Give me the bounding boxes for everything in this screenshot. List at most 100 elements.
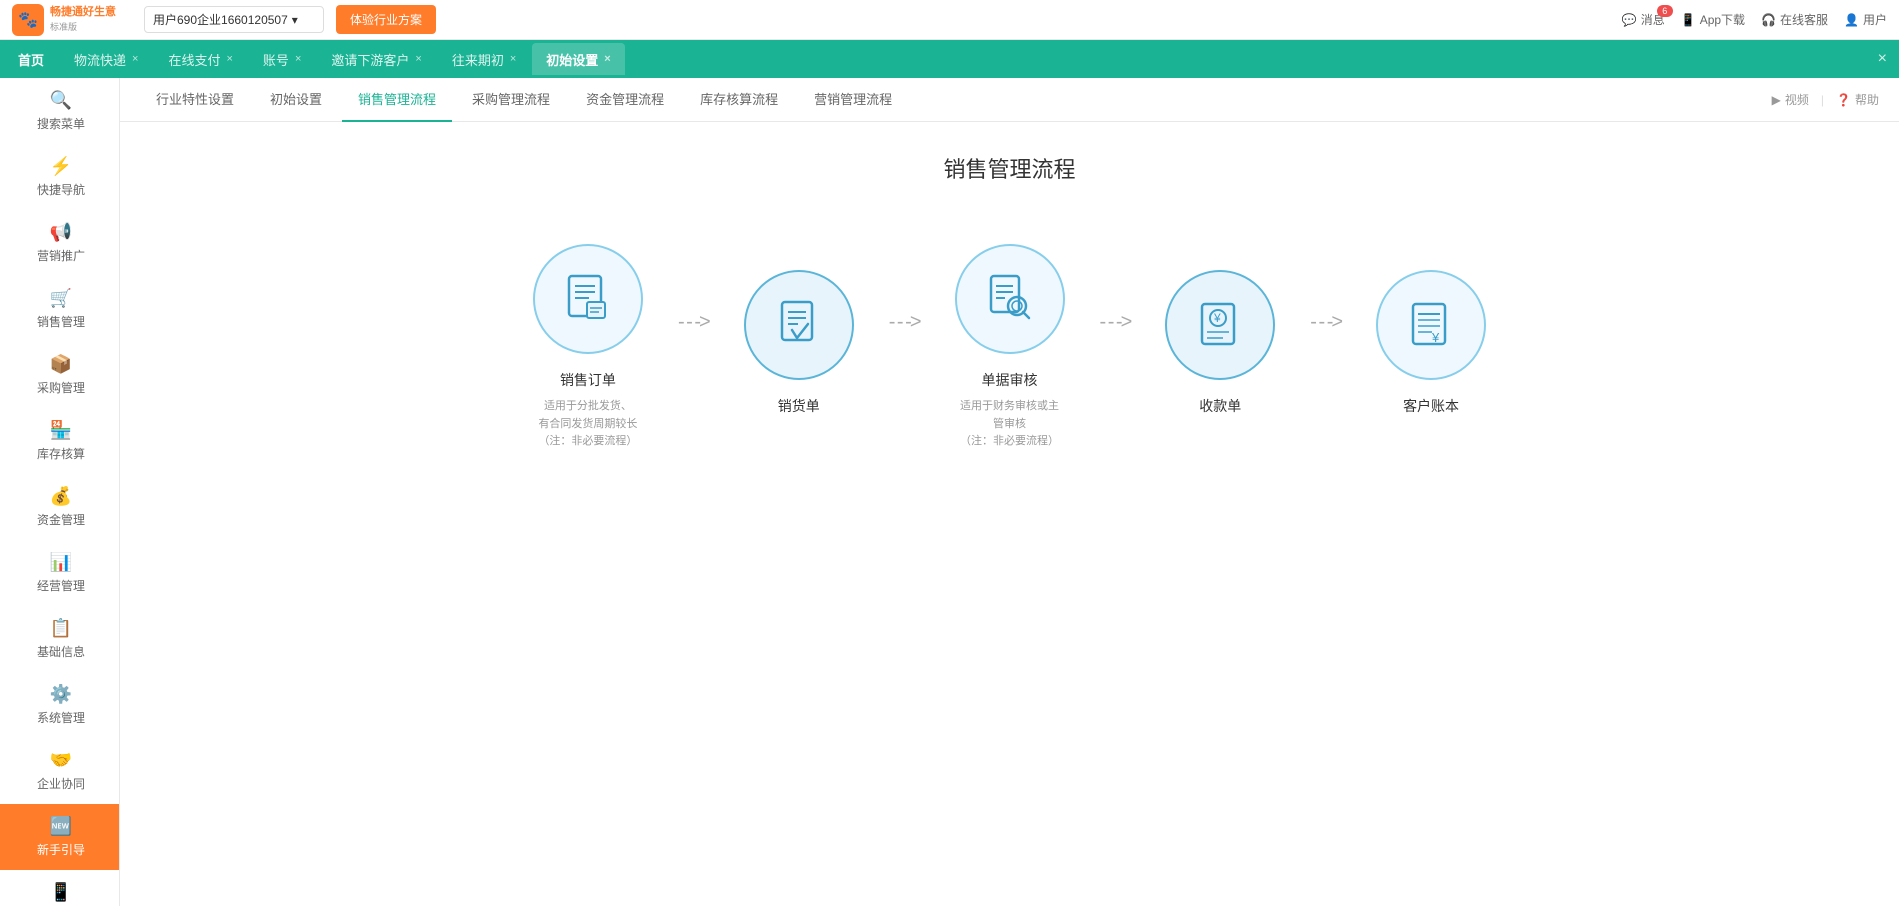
sidebar-item-sales[interactable]: 🛒 销售管理 [0, 276, 119, 342]
tab-payment[interactable]: 在线支付 × [154, 43, 246, 75]
flow-circle-sales-invoice[interactable] [744, 270, 854, 380]
close-all-tabs[interactable]: × [1870, 50, 1895, 68]
flow-label-sales-invoice: 销货单 [778, 396, 820, 416]
sidebar-item-apps[interactable]: 📱 应用中心 [0, 870, 119, 906]
doc-audit-icon [983, 272, 1037, 326]
content-area: 行业特性设置 初始设置 销售管理流程 采购管理流程 资金管理流程 库存核算流程 … [120, 78, 1899, 906]
sidebar-item-newguide[interactable]: 🆕 新手引导 [0, 804, 119, 870]
user-avatar-button[interactable]: 👤 用户 [1844, 11, 1887, 28]
flash-icon: ⚡ [50, 156, 72, 177]
sales-order-icon [561, 272, 615, 326]
tab-close-period[interactable]: × [510, 53, 516, 65]
gear-icon: ⚙️ [50, 684, 72, 705]
flow-item-sales-invoice: 销货单 [719, 270, 879, 424]
message-badge: 6 [1657, 5, 1673, 17]
tab-home[interactable]: 首页 [4, 43, 58, 75]
sub-tab-inventory-flow[interactable]: 库存核算流程 [684, 78, 794, 122]
arrow-4: - - -> [1300, 311, 1351, 334]
sidebar-item-marketing[interactable]: 📢 营销推广 [0, 210, 119, 276]
search-icon: 🔍 [50, 90, 72, 111]
sub-tabs: 行业特性设置 初始设置 销售管理流程 采购管理流程 资金管理流程 库存核算流程 … [120, 78, 1899, 122]
arrow-2: - - -> [879, 311, 930, 334]
flow-item-customer-account: ¥ 客户账本 [1351, 270, 1511, 424]
logo-area: 🐾 畅捷通好生意 标准版 [12, 4, 132, 36]
sidebar-item-quick[interactable]: ⚡ 快捷导航 [0, 144, 119, 210]
sub-tab-marketing-flow[interactable]: 营销管理流程 [798, 78, 908, 122]
trial-button[interactable]: 体验行业方案 [336, 5, 436, 34]
help-link[interactable]: ❓ 帮助 [1836, 91, 1879, 108]
logo-icon: 🐾 [12, 4, 44, 36]
user-selector[interactable]: 用户690企业1660120507 ▾ [144, 6, 324, 33]
phone-icon: 📱 [50, 882, 72, 903]
sidebar-item-inventory[interactable]: 🏪 库存核算 [0, 408, 119, 474]
top-right-area: 💬 消息 6 📱 App下载 🎧 在线客服 👤 用户 [1622, 11, 1887, 28]
sub-tab-sales-flow[interactable]: 销售管理流程 [342, 78, 452, 122]
tab-close-invite[interactable]: × [415, 53, 421, 65]
sidebar-item-business[interactable]: 📊 经营管理 [0, 540, 119, 606]
logo-sub: 标准版 [50, 20, 116, 33]
tab-period[interactable]: 往来期初 × [438, 43, 530, 75]
new-icon: 🆕 [50, 816, 72, 837]
video-link[interactable]: ▶ 视频 [1772, 91, 1809, 108]
cart-icon: 🛒 [50, 288, 72, 309]
messages-button[interactable]: 💬 消息 6 [1622, 11, 1665, 28]
flow-diagram: 销售订单 适用于分批发货、有合同发货周期较长（注：非必要流程） - - -> [160, 244, 1859, 451]
sidebar-item-purchase[interactable]: 📦 采购管理 [0, 342, 119, 408]
handshake-icon: 🤝 [50, 750, 72, 771]
svg-text:¥: ¥ [1431, 330, 1440, 345]
sidebar: 🔍 搜索菜单 ⚡ 快捷导航 📢 营销推广 🛒 销售管理 📦 采购管理 🏪 库存核… [0, 78, 120, 906]
tab-close-initial[interactable]: × [604, 53, 610, 65]
sub-tab-right-area: ▶ 视频 | ❓ 帮助 [1772, 91, 1879, 108]
logo-text: 畅捷通好生意 [50, 6, 116, 19]
app-icon: 📱 [1681, 13, 1696, 27]
avatar-icon: 👤 [1844, 13, 1859, 27]
tab-close-payment[interactable]: × [226, 53, 232, 65]
online-service-button[interactable]: 🎧 在线客服 [1761, 11, 1828, 28]
flow-item-sales-order: 销售订单 适用于分批发货、有合同发货周期较长（注：非必要流程） [508, 244, 668, 451]
sidebar-item-enterprise[interactable]: 🤝 企业协同 [0, 738, 119, 804]
chart-icon: 📊 [50, 552, 72, 573]
receipt-icon: ¥ [1193, 298, 1247, 352]
sub-tab-finance-flow[interactable]: 资金管理流程 [570, 78, 680, 122]
message-icon: 💬 [1622, 13, 1637, 27]
tab-close-account[interactable]: × [295, 53, 301, 65]
flow-label-sales-order: 销售订单 [560, 370, 616, 390]
page-title: 销售管理流程 [160, 152, 1859, 184]
sub-tab-purchase-flow[interactable]: 采购管理流程 [456, 78, 566, 122]
sub-tab-initial[interactable]: 初始设置 [254, 78, 338, 122]
tab-initial-setup[interactable]: 初始设置 × [532, 43, 624, 75]
tab-invite[interactable]: 邀请下游客户 × [317, 43, 435, 75]
tab-account[interactable]: 账号 × [249, 43, 315, 75]
store-icon: 🏪 [50, 420, 72, 441]
sales-invoice-icon [772, 298, 826, 352]
arrow-1: - - -> [668, 311, 719, 334]
flow-circle-doc-audit[interactable] [955, 244, 1065, 354]
flow-item-doc-audit: 单据审核 适用于财务审核或主管审核（注：非必要流程） [930, 244, 1090, 451]
help-icon: ❓ [1836, 93, 1851, 107]
flow-circle-customer-account[interactable]: ¥ [1376, 270, 1486, 380]
flow-desc-sales-order: 适用于分批发货、有合同发货周期较长（注：非必要流程） [538, 398, 637, 451]
flow-label-receipt: 收款单 [1199, 396, 1241, 416]
sub-tab-industry[interactable]: 行业特性设置 [140, 78, 250, 122]
flow-circle-sales-order[interactable] [533, 244, 643, 354]
money-icon: 💰 [50, 486, 72, 507]
svg-text:¥: ¥ [1213, 311, 1221, 325]
sidebar-item-search[interactable]: 🔍 搜索菜单 [0, 78, 119, 144]
dropdown-icon: ▾ [292, 13, 298, 27]
flow-circle-receipt[interactable]: ¥ [1165, 270, 1275, 380]
nav-tabs: 首页 物流快递 × 在线支付 × 账号 × 邀请下游客户 × 往来期初 × 初始… [0, 40, 1899, 78]
sidebar-item-system[interactable]: ⚙️ 系统管理 [0, 672, 119, 738]
tab-logistics[interactable]: 物流快递 × [60, 43, 152, 75]
flow-desc-doc-audit: 适用于财务审核或主管审核（注：非必要流程） [960, 398, 1059, 451]
top-bar: 🐾 畅捷通好生意 标准版 用户690企业1660120507 ▾ 体验行业方案 … [0, 0, 1899, 40]
user-selector-label: 用户690企业1660120507 [153, 11, 288, 28]
main-layout: 🔍 搜索菜单 ⚡ 快捷导航 📢 营销推广 🛒 销售管理 📦 采购管理 🏪 库存核… [0, 78, 1899, 906]
main-content: 销售管理流程 [120, 122, 1899, 906]
sidebar-item-finance[interactable]: 💰 资金管理 [0, 474, 119, 540]
flow-label-doc-audit: 单据审核 [982, 370, 1038, 390]
sidebar-item-basic[interactable]: 📋 基础信息 [0, 606, 119, 672]
headset-icon: 🎧 [1761, 13, 1776, 27]
customer-account-icon: ¥ [1404, 298, 1458, 352]
app-download-button[interactable]: 📱 App下载 [1681, 11, 1745, 28]
tab-close-logistics[interactable]: × [132, 53, 138, 65]
